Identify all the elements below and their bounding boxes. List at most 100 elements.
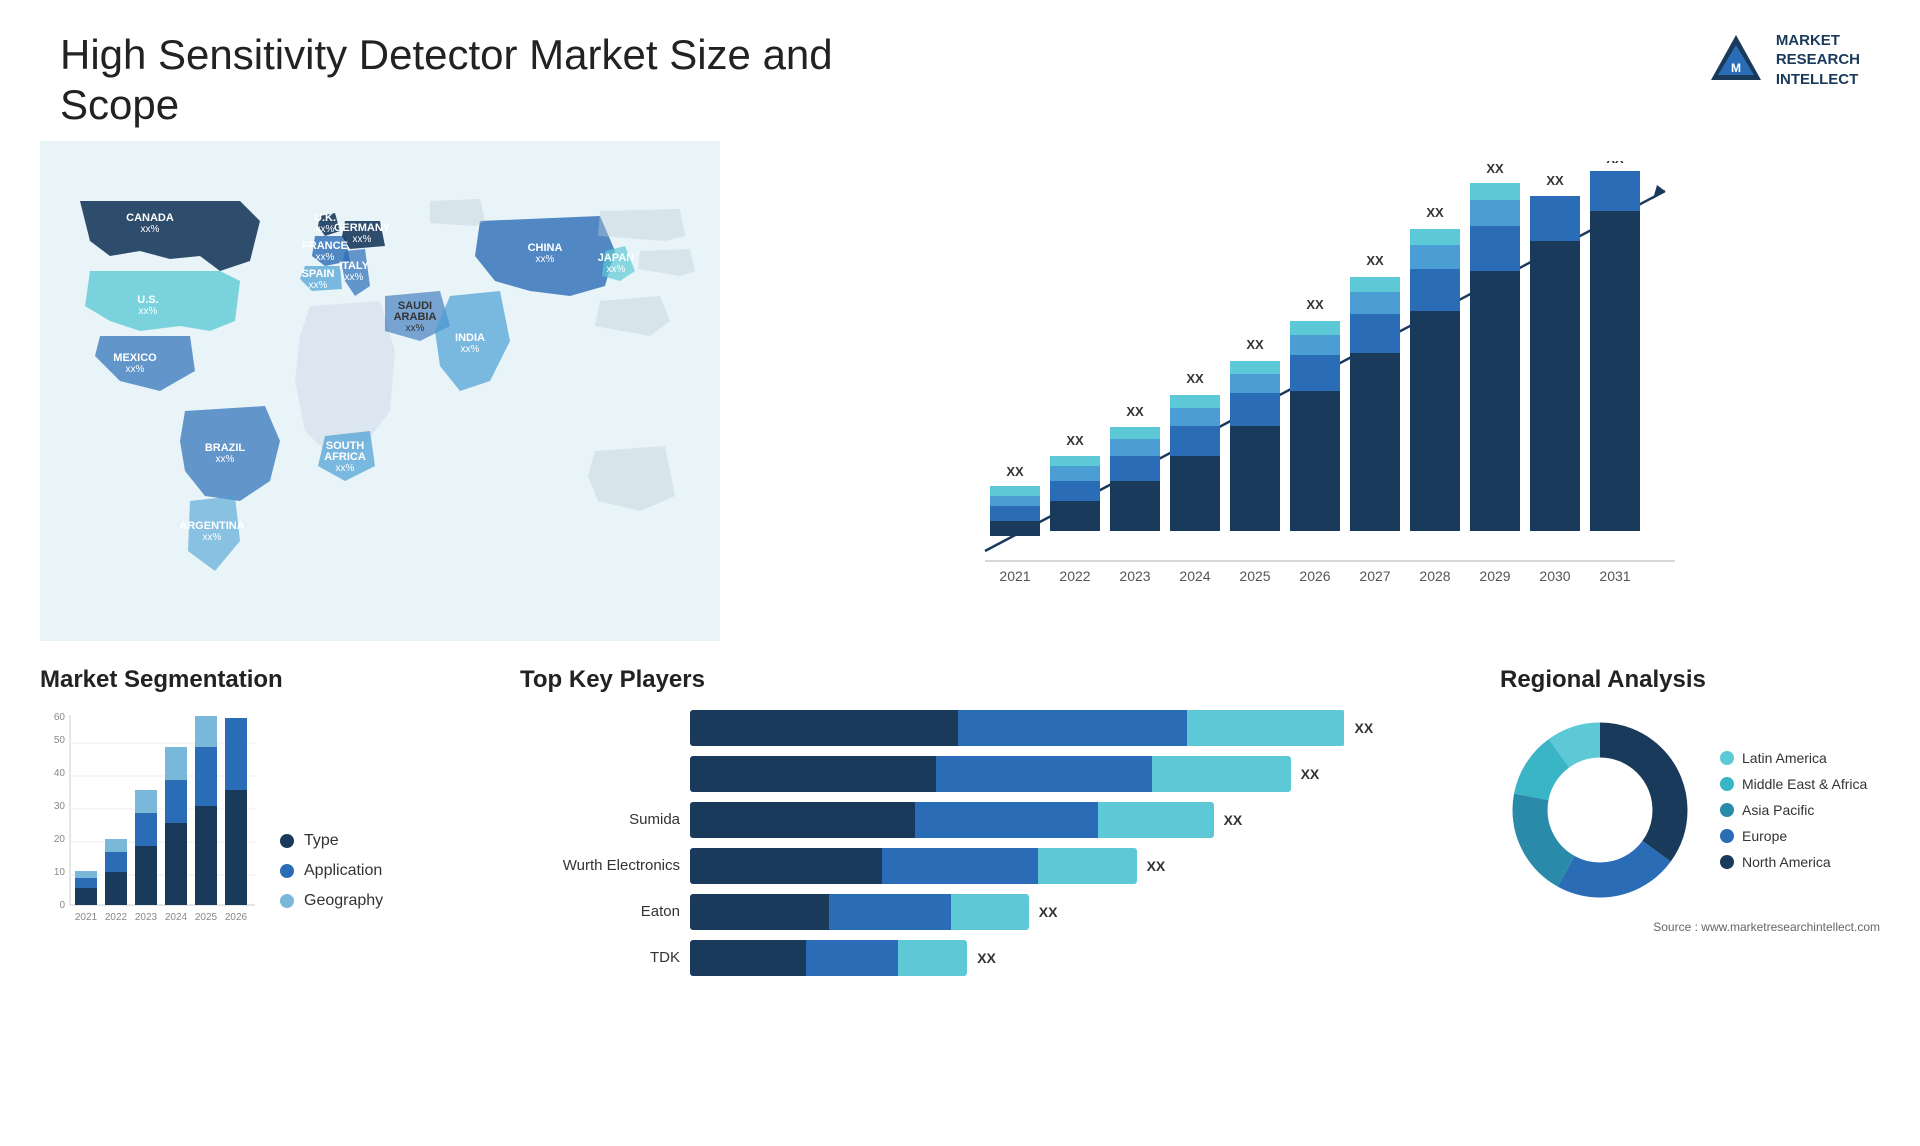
logo-text: MARKET RESEARCH INTELLECT [1776,31,1860,90]
player-row: XX [520,756,1460,792]
svg-text:XX: XX [1246,337,1264,352]
player-row: Wurth Electronics XX [520,848,1460,884]
regional-legend: Latin America Middle East & Africa Asia … [1720,750,1867,870]
legend-middle-east: Middle East & Africa [1720,776,1867,792]
world-map: CANADA xx% U.S. xx% MEXICO xx% BRAZIL xx… [40,141,720,641]
chart-section: XX XX XX XX [740,141,1880,646]
svg-text:2025: 2025 [195,912,218,923]
svg-text:ARABIA: ARABIA [394,311,437,323]
svg-text:XX: XX [1366,253,1384,268]
legend-dot-geography [280,894,294,908]
header: High Sensitivity Detector Market Size an… [0,0,1920,141]
svg-text:xx%: xx% [141,224,160,235]
svg-text:2029: 2029 [1479,568,1510,584]
map-section: CANADA xx% U.S. xx% MEXICO xx% BRAZIL xx… [40,141,720,641]
players-bars: XX XX Sumida [520,710,1460,976]
player-bar-1: XX [690,710,1460,746]
svg-text:2030: 2030 [1539,568,1570,584]
svg-text:2023: 2023 [1119,568,1150,584]
player-bar-sumida: XX [690,802,1460,838]
segmentation-title: Market Segmentation [40,666,480,694]
legend-dot-type [280,834,294,848]
logo-box: M MARKET RESEARCH INTELLECT [1706,30,1860,90]
svg-text:MEXICO: MEXICO [113,352,157,364]
svg-text:SPAIN: SPAIN [302,268,335,280]
player-row: XX [520,710,1460,746]
svg-text:2026: 2026 [1299,568,1330,584]
svg-text:FRANCE: FRANCE [302,240,348,252]
svg-text:60: 60 [54,712,66,723]
player-bar-wurth: XX [690,848,1460,884]
svg-text:CHINA: CHINA [528,242,563,254]
svg-text:2031: 2031 [1599,568,1630,584]
svg-text:10: 10 [54,867,66,878]
player-row: Eaton XX [520,894,1460,930]
svg-text:XX: XX [1186,371,1204,386]
segmentation-chart: 0 10 20 30 40 50 60 [40,710,260,940]
segmentation-section: Market Segmentation 0 10 20 30 40 50 60 [40,666,480,940]
svg-text:2024: 2024 [165,912,188,923]
player-name-wurth: Wurth Electronics [520,857,680,874]
player-name-eaton: Eaton [520,903,680,920]
svg-text:XX: XX [1006,464,1024,479]
svg-text:xx%: xx% [536,254,555,265]
svg-text:XX: XX [1606,161,1624,166]
svg-text:2021: 2021 [999,568,1030,584]
svg-text:2022: 2022 [1059,568,1090,584]
svg-text:CANADA: CANADA [126,212,174,224]
legend-north-america: North America [1720,854,1867,870]
dot-europe [1720,829,1734,843]
page-title: High Sensitivity Detector Market Size an… [60,30,960,131]
svg-text:xx%: xx% [406,323,425,334]
svg-text:xx%: xx% [139,306,158,317]
legend-application: Application [280,862,383,880]
player-row: TDK XX [520,940,1460,976]
svg-text:xx%: xx% [316,224,335,235]
legend-geography: Geography [280,892,383,910]
player-row: Sumida XX [520,802,1460,838]
svg-text:2026: 2026 [225,912,248,923]
svg-text:XX: XX [1486,161,1504,176]
main-content: CANADA xx% U.S. xx% MEXICO xx% BRAZIL xx… [0,141,1920,646]
source-text: Source : www.marketresearchintellect.com [1500,920,1880,934]
svg-text:ARGENTINA: ARGENTINA [179,520,244,532]
legend-asia-pacific: Asia Pacific [1720,802,1867,818]
svg-text:xx%: xx% [309,280,328,291]
player-name-tdk: TDK [520,949,680,966]
dot-middle-east [1720,777,1734,791]
svg-text:INDIA: INDIA [455,332,485,344]
svg-text:XX: XX [1066,433,1084,448]
logo-icon: M [1706,30,1766,90]
svg-text:xx%: xx% [216,454,235,465]
legend-dot-application [280,864,294,878]
svg-text:XX: XX [1126,404,1144,419]
svg-text:BRAZIL: BRAZIL [205,442,246,454]
player-bar-eaton: XX [690,894,1460,930]
player-bar-2: XX [690,756,1460,792]
svg-text:50: 50 [54,735,66,746]
svg-text:xx%: xx% [336,463,355,474]
svg-text:2023: 2023 [135,912,158,923]
dot-latin-america [1720,751,1734,765]
svg-text:2024: 2024 [1179,568,1210,584]
svg-text:U.K.: U.K. [314,212,336,224]
regional-section: Regional Analysis [1500,666,1880,934]
players-title: Top Key Players [520,666,1460,694]
svg-text:2027: 2027 [1359,568,1390,584]
svg-text:JAPAN: JAPAN [598,252,635,264]
svg-text:0: 0 [59,900,65,911]
growth-bar-chart: XX XX XX XX [760,161,1860,641]
svg-text:40: 40 [54,768,66,779]
legend-latin-america: Latin America [1720,750,1867,766]
players-section: Top Key Players XX [500,666,1480,976]
svg-text:2022: 2022 [105,912,128,923]
svg-text:M: M [1731,61,1741,75]
regional-title: Regional Analysis [1500,666,1880,694]
svg-text:xx%: xx% [345,272,364,283]
svg-text:xx%: xx% [203,532,222,543]
svg-text:2028: 2028 [1419,568,1450,584]
svg-text:xx%: xx% [316,252,335,263]
svg-text:xx%: xx% [353,234,372,245]
donut-container: Latin America Middle East & Africa Asia … [1500,710,1880,910]
dot-asia-pacific [1720,803,1734,817]
